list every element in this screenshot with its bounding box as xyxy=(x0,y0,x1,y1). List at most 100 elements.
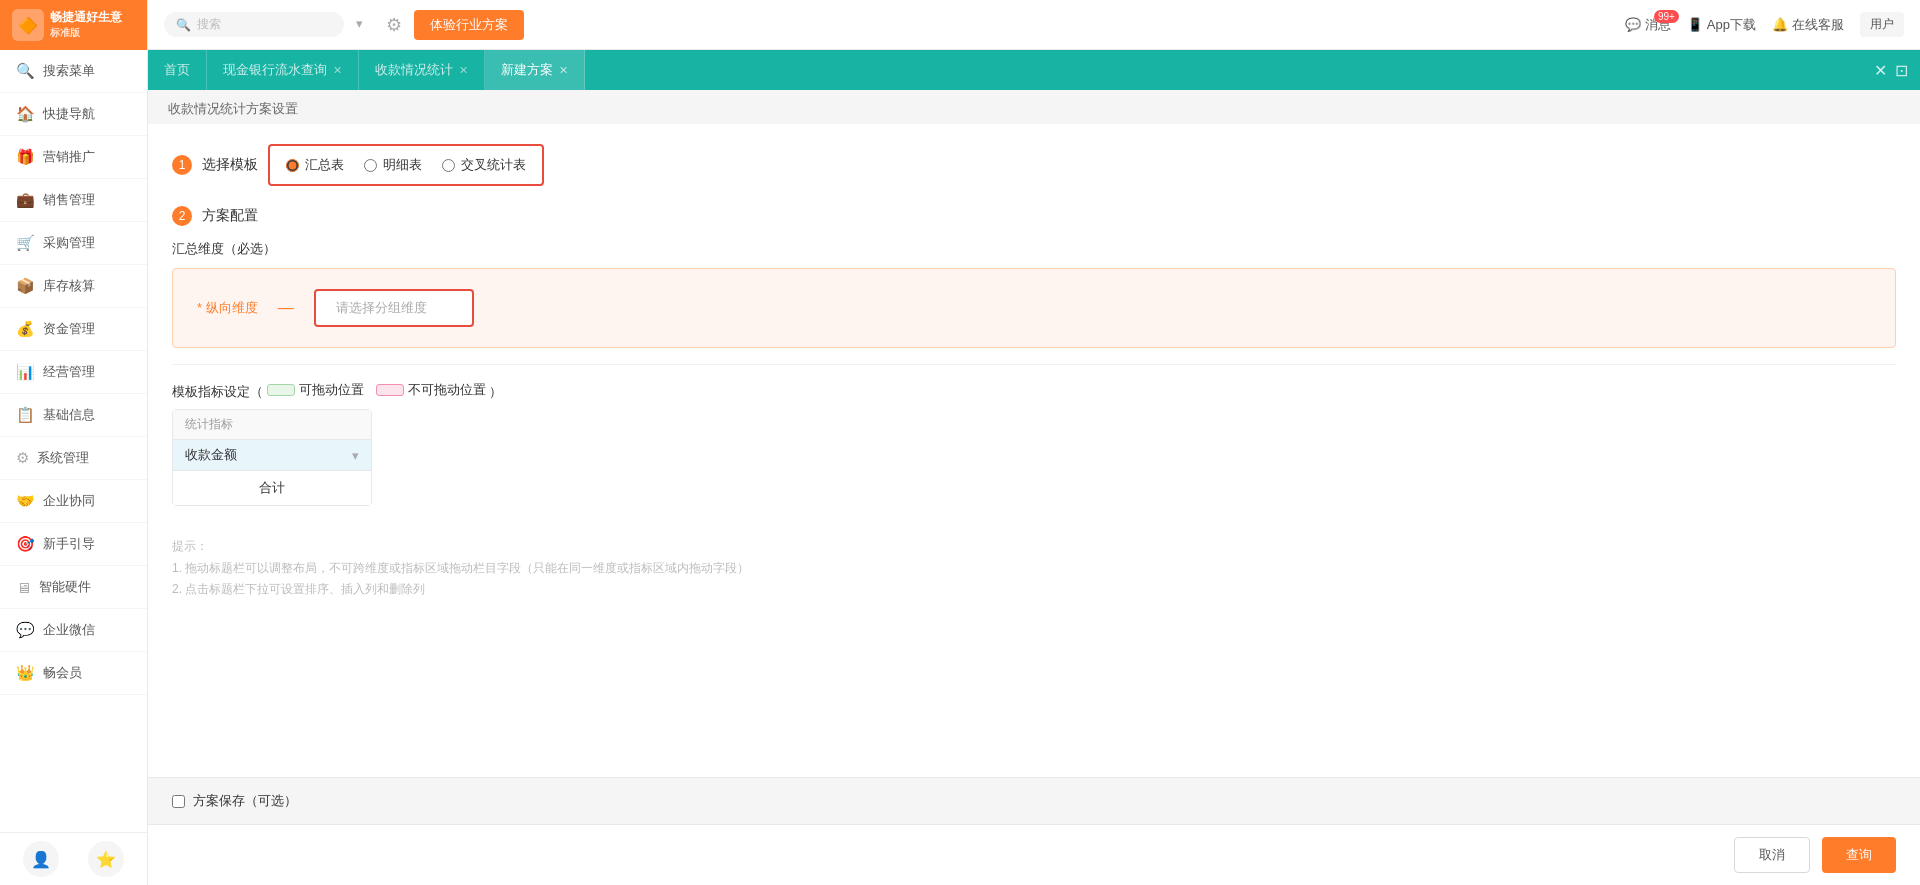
template-selector: 汇总表 明细表 交叉统计表 xyxy=(268,144,544,186)
sidebar-item-marketing[interactable]: 🎁 营销推广 xyxy=(0,136,147,179)
sidebar-item-label: 智能硬件 xyxy=(39,578,91,596)
logo-text: 畅捷通好生意 xyxy=(50,10,122,26)
sidebar-item-inventory[interactable]: 📦 库存核算 xyxy=(0,265,147,308)
sidebar-item-purchase[interactable]: 🛒 采购管理 xyxy=(0,222,147,265)
footer: 取消 查询 xyxy=(148,824,1920,885)
step2-section: 2 方案配置 汇总维度（必选） * 纵向维度 — 请选择分组维度 xyxy=(172,206,1896,611)
template-detail-radio[interactable] xyxy=(364,159,377,172)
step1-number: 1 xyxy=(172,155,192,175)
message-badge[interactable]: 💬 消息 99+ xyxy=(1625,16,1671,34)
sales-icon: 💼 xyxy=(16,191,35,209)
template-detail-option[interactable]: 明细表 xyxy=(364,156,422,174)
template-detail-label: 明细表 xyxy=(383,156,422,174)
tips-section: 提示： 1. 拖动标题栏可以调整布局，不可跨维度或指标区域拖动栏目字段（只能在同… xyxy=(172,526,1896,611)
main-area: 🔍 搜索 ▾ ⚙ 体验行业方案 💬 消息 99+ 📱 App下载 🔔 在线客服 … xyxy=(148,0,1920,885)
template-summary-radio[interactable] xyxy=(286,159,299,172)
sidebar-item-label: 采购管理 xyxy=(43,234,95,252)
tips-title: 提示： xyxy=(172,539,208,553)
column-dropdown-icon[interactable]: ▾ xyxy=(352,448,359,463)
industry-solution-button[interactable]: 体验行业方案 xyxy=(414,10,524,40)
topbar: 🔍 搜索 ▾ ⚙ 体验行业方案 💬 消息 99+ 📱 App下载 🔔 在线客服 … xyxy=(148,0,1920,50)
sidebar-item-quick-nav[interactable]: 🏠 快捷导航 xyxy=(0,93,147,136)
tab-cashflow[interactable]: 现金银行流水查询 ✕ xyxy=(207,50,359,90)
config-section: 汇总维度（必选） * 纵向维度 — 请选择分组维度 xyxy=(172,240,1896,611)
template-cross-radio[interactable] xyxy=(442,159,455,172)
system-icon: ⚙ xyxy=(16,449,29,467)
service-icon: 🔔 xyxy=(1772,17,1788,32)
vip-icon: 👑 xyxy=(16,664,35,682)
dimension-label: 汇总维度（必选） xyxy=(172,240,1896,258)
metric-legend: 可拖动位置 不可拖动位置 xyxy=(267,381,486,399)
save-checkbox[interactable] xyxy=(172,795,185,808)
dimension-placeholder[interactable]: 请选择分组维度 xyxy=(314,289,474,327)
sidebar-item-label: 企业协同 xyxy=(43,492,95,510)
sidebar-footer-btn-1[interactable]: 👤 xyxy=(23,841,59,877)
topbar-right: 💬 消息 99+ 📱 App下载 🔔 在线客服 用户 xyxy=(1625,12,1904,37)
step1-title: 选择模板 xyxy=(202,156,258,174)
sidebar: 🔶 畅捷通好生意 标准版 🔍 搜索菜单 🏠 快捷导航 🎁 营销推广 💼 销售管理… xyxy=(0,0,148,885)
sidebar-item-label: 销售管理 xyxy=(43,191,95,209)
metric-settings-header: 模板指标设定（ 可拖动位置 不可拖动位置 xyxy=(172,381,1896,401)
sidebar-item-system[interactable]: ⚙ 系统管理 xyxy=(0,437,147,480)
tab-actions: ✕ ⊡ xyxy=(1874,61,1920,80)
topbar-dropdown-icon[interactable]: ▾ xyxy=(356,16,374,34)
inventory-icon: 📦 xyxy=(16,277,35,295)
dimension-section: 汇总维度（必选） * 纵向维度 — 请选择分组维度 xyxy=(172,240,1896,348)
topbar-gear-icon[interactable]: ⚙ xyxy=(386,14,402,36)
legend-draggable: 可拖动位置 xyxy=(267,381,364,399)
tab-new-plan[interactable]: 新建方案 ✕ xyxy=(485,50,585,90)
sidebar-item-guide[interactable]: 🎯 新手引导 xyxy=(0,523,147,566)
sidebar-footer-btn-2[interactable]: ⭐ xyxy=(88,841,124,877)
topbar-search-box[interactable]: 🔍 搜索 xyxy=(164,12,344,37)
sidebar-item-label: 经营管理 xyxy=(43,363,95,381)
sidebar-item-vip[interactable]: 👑 畅会员 xyxy=(0,652,147,695)
step2-number: 2 xyxy=(172,206,192,226)
sidebar-item-sales[interactable]: 💼 销售管理 xyxy=(0,179,147,222)
sidebar-item-smart-hw[interactable]: 🖥 智能硬件 xyxy=(0,566,147,609)
sidebar-item-enterprise-coop[interactable]: 🤝 企业协同 xyxy=(0,480,147,523)
sidebar-item-label: 营销推广 xyxy=(43,148,95,166)
tabbar: 首页 现金银行流水查询 ✕ 收款情况统计 ✕ 新建方案 ✕ ✕ ⊡ xyxy=(148,50,1920,90)
query-button[interactable]: 查询 xyxy=(1822,837,1896,873)
step2-header: 2 方案配置 xyxy=(172,206,1896,226)
sidebar-item-label: 库存核算 xyxy=(43,277,95,295)
bottom-section: 方案保存（可选） xyxy=(148,777,1920,824)
app-download[interactable]: 📱 App下载 xyxy=(1687,16,1756,34)
smart-hw-icon: 🖥 xyxy=(16,579,31,596)
tab-restore-icon[interactable]: ⊡ xyxy=(1895,61,1908,80)
step1-section: 1 选择模板 汇总表 明细表 交叉统计表 xyxy=(172,144,1896,186)
content-area: 收款情况统计方案设置 1 选择模板 汇总表 明细表 xyxy=(148,90,1920,885)
template-cross-label: 交叉统计表 xyxy=(461,156,526,174)
sidebar-item-operations[interactable]: 📊 经营管理 xyxy=(0,351,147,394)
search-icon: 🔍 xyxy=(176,18,191,32)
guide-icon: 🎯 xyxy=(16,535,35,553)
tab-collection-close[interactable]: ✕ xyxy=(459,64,468,77)
tab-home[interactable]: 首页 xyxy=(148,50,207,90)
tab-new-plan-label: 新建方案 xyxy=(501,61,553,79)
sidebar-item-search-menu[interactable]: 🔍 搜索菜单 xyxy=(0,50,147,93)
fixed-box xyxy=(376,384,404,396)
tab-close-icon[interactable]: ✕ xyxy=(1874,61,1887,80)
sidebar-item-finance[interactable]: 💰 资金管理 xyxy=(0,308,147,351)
sidebar-logo: 🔶 畅捷通好生意 标准版 xyxy=(0,0,147,50)
page-breadcrumb: 收款情况统计方案设置 xyxy=(148,90,1920,124)
cancel-button[interactable]: 取消 xyxy=(1734,837,1810,873)
page-body: 1 选择模板 汇总表 明细表 交叉统计表 xyxy=(148,124,1920,777)
tab-collection[interactable]: 收款情况统计 ✕ xyxy=(359,50,485,90)
tab-cashflow-close[interactable]: ✕ xyxy=(333,64,342,77)
online-service[interactable]: 🔔 在线客服 xyxy=(1772,16,1844,34)
sidebar-item-basic-info[interactable]: 📋 基础信息 xyxy=(0,394,147,437)
user-info[interactable]: 用户 xyxy=(1860,12,1904,37)
save-option[interactable]: 方案保存（可选） xyxy=(172,792,1896,810)
logo-sub: 标准版 xyxy=(50,26,122,40)
basic-info-icon: 📋 xyxy=(16,406,35,424)
template-cross-option[interactable]: 交叉统计表 xyxy=(442,156,526,174)
dimension-arrow-icon: — xyxy=(278,299,294,317)
wechat-icon: 💬 xyxy=(16,621,35,639)
purchase-icon: 🛒 xyxy=(16,234,35,252)
sidebar-item-wechat[interactable]: 💬 企业微信 xyxy=(0,609,147,652)
template-summary-option[interactable]: 汇总表 xyxy=(286,156,344,174)
tab-new-plan-close[interactable]: ✕ xyxy=(559,64,568,77)
sidebar-item-label: 快捷导航 xyxy=(43,105,95,123)
tab-collection-label: 收款情况统计 xyxy=(375,61,453,79)
